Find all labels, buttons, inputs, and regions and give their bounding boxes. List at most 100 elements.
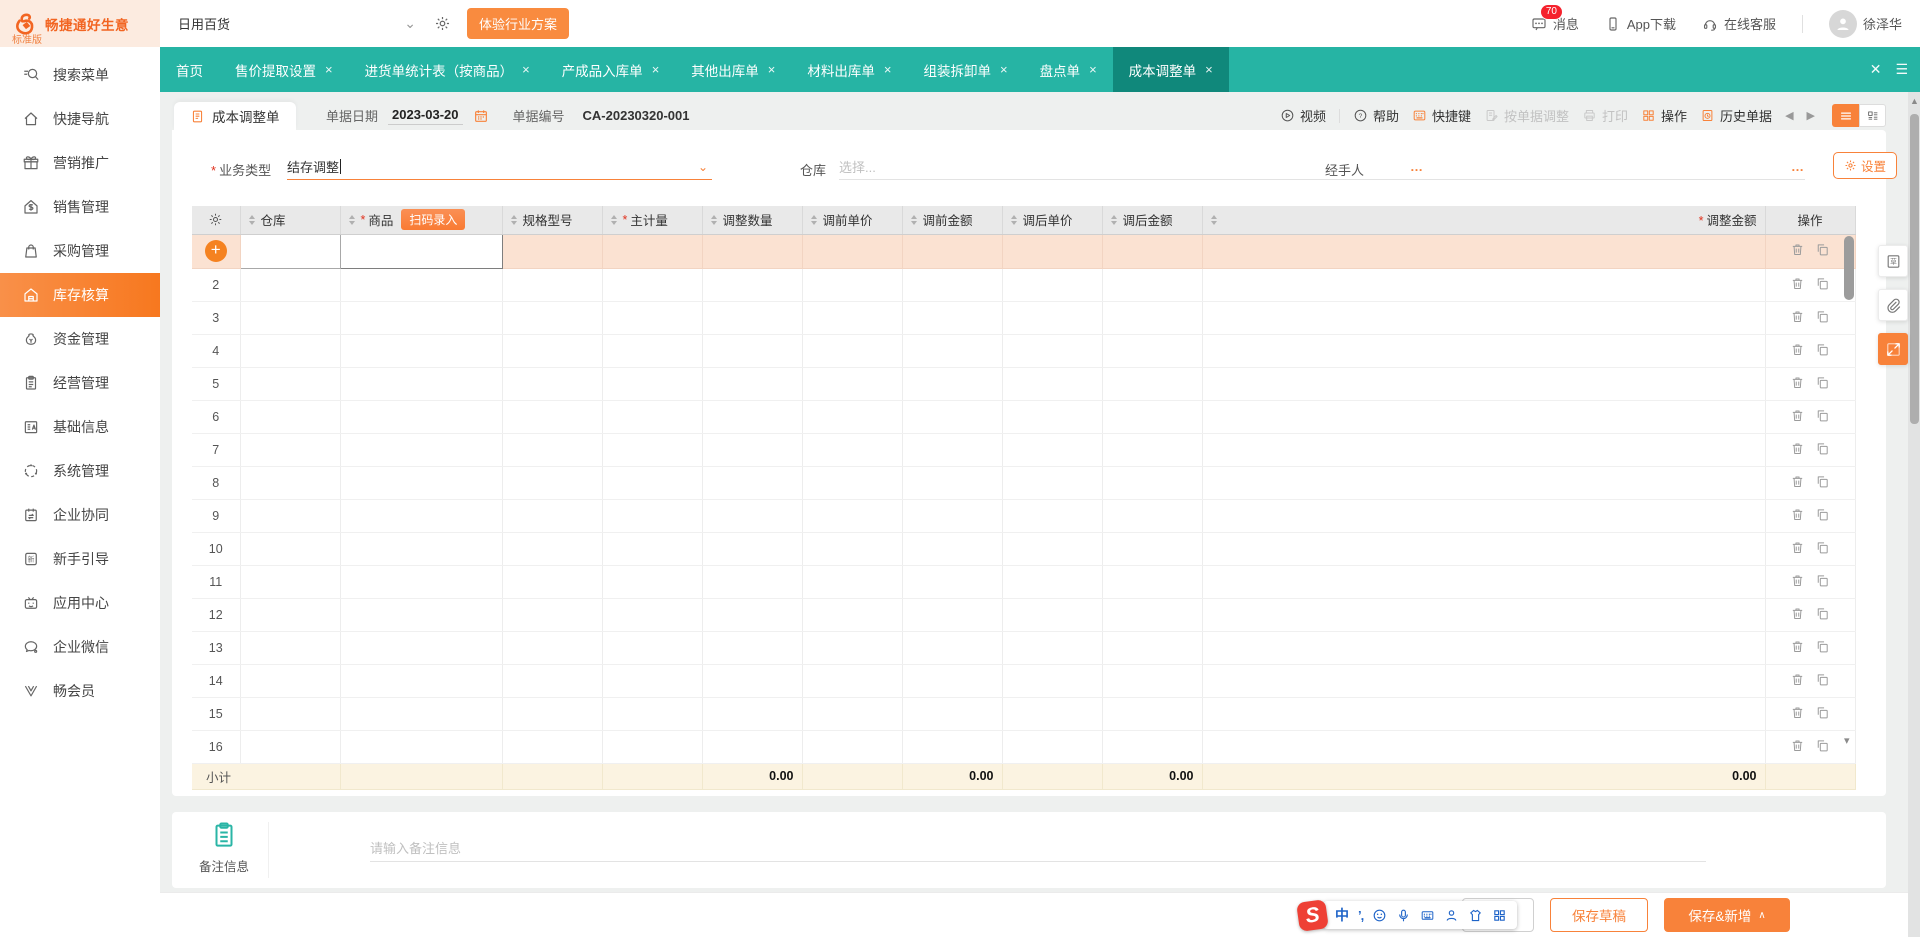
save-and-new-button[interactable]: 保存&新增 ∧ xyxy=(1664,898,1790,932)
row-delete-icon[interactable] xyxy=(1790,705,1805,720)
row-copy-icon[interactable] xyxy=(1815,672,1830,687)
entry-row[interactable]: 13 xyxy=(192,631,1856,665)
ime-toolbox-icon[interactable] xyxy=(1492,908,1507,923)
sidebar-item-money[interactable]: 资金管理 xyxy=(0,317,160,361)
messages-button[interactable]: 70 消息 xyxy=(1531,4,1579,33)
tab-3[interactable]: 产成品入库单 × xyxy=(546,47,676,92)
online-service-button[interactable]: 在线客服 xyxy=(1702,14,1776,33)
sidebar-item-collab[interactable]: 企业协同 xyxy=(0,493,160,537)
tool-hotkey[interactable]: 快捷键 xyxy=(1412,106,1471,125)
row-copy-icon[interactable] xyxy=(1815,441,1830,456)
tab-close-icon[interactable]: × xyxy=(522,62,530,77)
sidebar-item-member[interactable]: 畅会员 xyxy=(0,669,160,713)
trial-plan-button[interactable]: 体验行业方案 xyxy=(467,8,570,39)
grid-scrollbar-thumb[interactable] xyxy=(1844,236,1854,300)
page-scrollbar-thumb[interactable] xyxy=(1909,114,1919,424)
expand-fullscreen-button[interactable] xyxy=(1878,333,1908,365)
tool-help[interactable]: ? 帮助 xyxy=(1353,106,1399,125)
sort-icon[interactable] xyxy=(248,214,255,225)
entry-row[interactable]: 6 xyxy=(192,400,1856,434)
page-scrollbar[interactable]: ▲ xyxy=(1908,92,1920,937)
entry-row[interactable]: 16 xyxy=(192,730,1856,764)
sort-icon[interactable] xyxy=(1110,214,1117,225)
row-copy-icon[interactable] xyxy=(1815,474,1830,489)
sidebar-item-system[interactable]: 系统管理 xyxy=(0,449,160,493)
tab-5[interactable]: 材料出库单 × xyxy=(791,47,907,92)
row-copy-icon[interactable] xyxy=(1815,276,1830,291)
header-spec[interactable]: 规格型号 xyxy=(502,206,603,235)
tab-close-icon[interactable]: × xyxy=(884,62,892,77)
tab-2[interactable]: 进货单统计表（按商品） × xyxy=(349,47,546,92)
row-delete-icon[interactable] xyxy=(1790,242,1805,257)
tab-4[interactable]: 其他出库单 × xyxy=(675,47,791,92)
prev-doc-icon[interactable]: ◀ xyxy=(1785,109,1793,122)
row-copy-icon[interactable] xyxy=(1815,408,1830,423)
attachment-paperclip-button[interactable] xyxy=(1878,289,1908,321)
entry-row[interactable]: 8 xyxy=(192,466,1856,500)
tab-close-icon[interactable]: × xyxy=(652,62,660,77)
header-unit[interactable]: * 主计量 xyxy=(602,206,703,235)
org-settings-gear-icon[interactable] xyxy=(434,15,451,32)
ime-user-icon[interactable] xyxy=(1444,908,1459,923)
tab-close-icon[interactable]: × xyxy=(1089,62,1097,77)
tool-play[interactable]: 视频 xyxy=(1280,106,1326,125)
entry-row[interactable]: 14 xyxy=(192,664,1856,698)
row-copy-icon[interactable] xyxy=(1815,242,1830,257)
header-product[interactable]: * 商品 扫码录入 xyxy=(340,206,503,235)
tab-8[interactable]: 成本调整单 × xyxy=(1112,47,1229,92)
ime-skin-icon[interactable] xyxy=(1468,908,1483,923)
app-download-button[interactable]: App下载 xyxy=(1605,14,1676,33)
entry-row[interactable]: 2 xyxy=(192,268,1856,302)
sidebar-item-home[interactable]: 快捷导航 xyxy=(0,97,160,141)
tab-list-icon[interactable]: ☰ xyxy=(1895,61,1908,78)
row-delete-icon[interactable] xyxy=(1790,474,1805,489)
header-adjust_qty[interactable]: 调整数量 xyxy=(702,206,803,235)
close-all-tabs-icon[interactable]: ✕ xyxy=(1870,61,1882,78)
row-copy-icon[interactable] xyxy=(1815,507,1830,522)
sort-icon[interactable] xyxy=(1210,214,1217,225)
sort-icon[interactable] xyxy=(710,214,717,225)
next-doc-icon[interactable]: ▶ xyxy=(1807,109,1815,122)
row-copy-icon[interactable] xyxy=(1815,573,1830,588)
user-menu[interactable]: 徐泽华 xyxy=(1828,9,1902,38)
sort-icon[interactable] xyxy=(910,214,917,225)
entry-row[interactable]: 12 xyxy=(192,598,1856,632)
row-copy-icon[interactable] xyxy=(1815,309,1830,324)
row-delete-icon[interactable] xyxy=(1790,606,1805,621)
sort-icon[interactable] xyxy=(348,214,355,225)
grid-settings-button[interactable]: 设置 xyxy=(1833,152,1897,179)
entry-row[interactable]: 4 xyxy=(192,334,1856,368)
sidebar-item-bag[interactable]: 采购管理 xyxy=(0,229,160,273)
entry-row[interactable]: 5 xyxy=(192,367,1856,401)
entry-row[interactable]: 11 xyxy=(192,565,1856,599)
doc-type-tab[interactable]: 成本调整单 xyxy=(174,102,296,130)
tab-close-icon[interactable]: × xyxy=(1205,62,1213,77)
scan-input-button[interactable]: 扫码录入 xyxy=(401,209,466,231)
row-delete-icon[interactable] xyxy=(1790,375,1805,390)
tool-grid88[interactable]: 操作 xyxy=(1641,106,1687,125)
row-copy-icon[interactable] xyxy=(1815,705,1830,720)
tab-6[interactable]: 组装拆卸单 × xyxy=(907,47,1023,92)
header-adjust_amount[interactable]: * 调整金额 xyxy=(1202,206,1766,235)
row-copy-icon[interactable] xyxy=(1815,639,1830,654)
sort-icon[interactable] xyxy=(610,214,617,225)
header-price_after[interactable]: 调后单价 xyxy=(1002,206,1103,235)
row-delete-icon[interactable] xyxy=(1790,738,1805,753)
row-copy-icon[interactable] xyxy=(1815,738,1830,753)
row-copy-icon[interactable] xyxy=(1815,606,1830,621)
row-delete-icon[interactable] xyxy=(1790,507,1805,522)
header-amount_before[interactable]: 调前金额 xyxy=(902,206,1003,235)
entry-row[interactable]: 7 xyxy=(192,433,1856,467)
tool-history[interactable]: 历史单据 xyxy=(1700,106,1772,125)
tab-0[interactable]: 首页 xyxy=(160,47,219,92)
add-row-button[interactable]: + xyxy=(204,240,227,262)
entry-row[interactable]: 9 xyxy=(192,499,1856,533)
list-view-button[interactable] xyxy=(1832,104,1859,127)
grid-view-button[interactable] xyxy=(1859,104,1886,127)
ime-punctuation-button[interactable]: ’, xyxy=(1358,908,1364,923)
entry-row[interactable]: 15 xyxy=(192,697,1856,731)
entry-row[interactable]: 10 xyxy=(192,532,1856,566)
agent-select[interactable]: … xyxy=(1385,154,1805,180)
doc-date-value[interactable]: 2023-03-20 xyxy=(388,107,463,125)
row-delete-icon[interactable] xyxy=(1790,672,1805,687)
